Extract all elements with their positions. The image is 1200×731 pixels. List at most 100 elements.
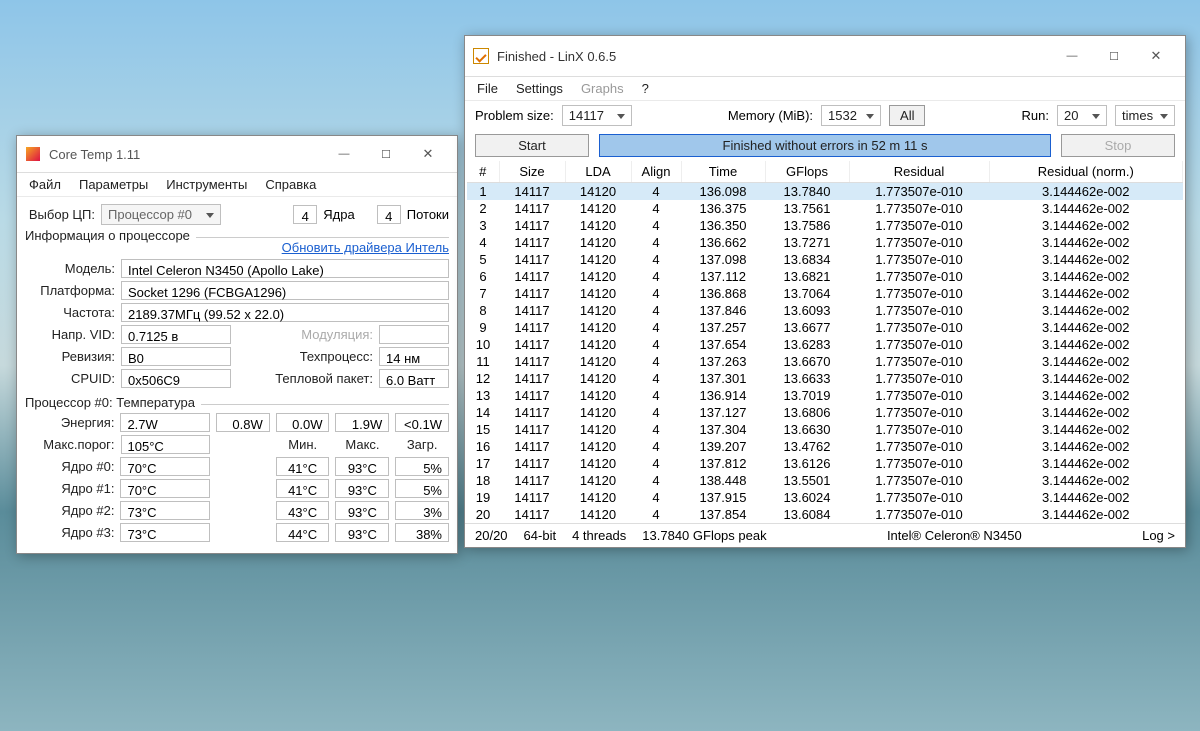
menu-settings[interactable]: Settings [516, 81, 563, 96]
vid-value: 0.7125 в [121, 325, 231, 344]
linx-titlebar[interactable]: Finished - LinX 0.6.5 [465, 36, 1185, 77]
table-row[interactable]: 614117141204137.11213.68211.773507e-0103… [467, 268, 1183, 285]
table-cell: 4 [631, 268, 681, 285]
table-cell: 14117 [499, 234, 565, 251]
core-cur: 73°C [120, 501, 210, 520]
table-header[interactable]: Residual [849, 161, 989, 183]
core-min: 41°C [276, 479, 330, 498]
core-row: Ядро #0:70°C41°C93°C5% [25, 457, 449, 476]
table-cell: 137.846 [681, 302, 765, 319]
table-cell: 14120 [565, 183, 631, 201]
menu-help[interactable]: Справка [265, 177, 316, 192]
status-bar: Finished without errors in 52 m 11 s [599, 134, 1051, 157]
table-header[interactable]: Align [631, 161, 681, 183]
footer-log[interactable]: Log > [1142, 528, 1175, 543]
table-cell: 3.144462e-002 [989, 234, 1183, 251]
threads-count: 4 [377, 205, 401, 224]
memory-combo[interactable]: 1532 [821, 105, 881, 126]
table-cell: 14120 [565, 319, 631, 336]
group-cpu-info: Информация о процессоре [25, 228, 196, 243]
table-cell: 1.773507e-010 [849, 200, 989, 217]
table-cell: 14120 [565, 217, 631, 234]
table-cell: 4 [631, 234, 681, 251]
menu-params[interactable]: Параметры [79, 177, 148, 192]
table-row[interactable]: 1814117141204138.44813.55011.773507e-010… [467, 472, 1183, 489]
menu-help[interactable]: ? [642, 81, 649, 96]
linx-menubar: File Settings Graphs ? [465, 77, 1185, 101]
table-row[interactable]: 1614117141204139.20713.47621.773507e-010… [467, 438, 1183, 455]
all-button[interactable]: All [889, 105, 925, 126]
close-button[interactable] [407, 142, 449, 166]
table-cell: 14120 [565, 200, 631, 217]
table-row[interactable]: 414117141204136.66213.72711.773507e-0103… [467, 234, 1183, 251]
table-row[interactable]: 1414117141204137.12713.68061.773507e-010… [467, 404, 1183, 421]
menu-file[interactable]: File [477, 81, 498, 96]
core-name: Ядро #3: [25, 525, 114, 540]
table-cell: 3.144462e-002 [989, 421, 1183, 438]
table-cell: 14117 [499, 506, 565, 523]
table-cell: 13.4762 [765, 438, 849, 455]
coretemp-window: Core Temp 1.11 Файл Параметры Инструмент… [16, 135, 458, 554]
table-cell: 5 [467, 251, 499, 268]
table-header[interactable]: GFlops [765, 161, 849, 183]
stop-button[interactable]: Stop [1061, 134, 1175, 157]
table-cell: 136.350 [681, 217, 765, 234]
coretemp-titlebar[interactable]: Core Temp 1.11 [17, 136, 457, 173]
table-row[interactable]: 1514117141204137.30413.66301.773507e-010… [467, 421, 1183, 438]
freq-label: Частота: [25, 305, 115, 320]
table-cell: 14120 [565, 489, 631, 506]
table-header[interactable]: Time [681, 161, 765, 183]
table-cell: 3.144462e-002 [989, 200, 1183, 217]
revision-value: B0 [121, 347, 231, 366]
table-header[interactable]: LDA [565, 161, 631, 183]
table-cell: 3.144462e-002 [989, 455, 1183, 472]
table-row[interactable]: 1914117141204137.91513.60241.773507e-010… [467, 489, 1183, 506]
table-cell: 136.375 [681, 200, 765, 217]
table-row[interactable]: 1714117141204137.81213.61261.773507e-010… [467, 455, 1183, 472]
table-cell: 3.144462e-002 [989, 387, 1183, 404]
menu-tools[interactable]: Инструменты [166, 177, 247, 192]
menu-graphs[interactable]: Graphs [581, 81, 624, 96]
minimize-button[interactable] [1051, 44, 1093, 68]
energy-2: 0.0W [276, 413, 330, 432]
cpu-select-combo[interactable]: Процессор #0 [101, 204, 221, 225]
table-cell: 14117 [499, 421, 565, 438]
table-cell: 136.662 [681, 234, 765, 251]
minimize-button[interactable] [323, 142, 365, 166]
table-row[interactable]: 214117141204136.37513.75611.773507e-0103… [467, 200, 1183, 217]
table-row[interactable]: 1314117141204136.91413.70191.773507e-010… [467, 387, 1183, 404]
modulation-value [379, 325, 449, 344]
close-button[interactable] [1135, 44, 1177, 68]
table-header[interactable]: Size [499, 161, 565, 183]
times-combo[interactable]: times [1115, 105, 1175, 126]
table-row[interactable]: 1014117141204137.65413.62831.773507e-010… [467, 336, 1183, 353]
table-row[interactable]: 814117141204137.84613.60931.773507e-0103… [467, 302, 1183, 319]
table-cell: 1.773507e-010 [849, 506, 989, 523]
table-cell: 137.112 [681, 268, 765, 285]
problem-size-combo[interactable]: 14117 [562, 105, 632, 126]
table-row[interactable]: 714117141204136.86813.70641.773507e-0103… [467, 285, 1183, 302]
table-header[interactable]: # [467, 161, 499, 183]
start-button[interactable]: Start [475, 134, 589, 157]
table-header[interactable]: Residual (norm.) [989, 161, 1183, 183]
table-row[interactable]: 914117141204137.25713.66771.773507e-0103… [467, 319, 1183, 336]
table-cell: 1.773507e-010 [849, 285, 989, 302]
table-row[interactable]: 314117141204136.35013.75861.773507e-0103… [467, 217, 1183, 234]
table-cell: 3.144462e-002 [989, 438, 1183, 455]
maximize-button[interactable] [365, 142, 407, 166]
table-cell: 14117 [499, 455, 565, 472]
footer-cpu: Intel® Celeron® N3450 [783, 528, 1127, 543]
table-row[interactable]: 2014117141204137.85413.60841.773507e-010… [467, 506, 1183, 523]
table-row[interactable]: 114117141204136.09813.78401.773507e-0103… [467, 183, 1183, 201]
table-row[interactable]: 514117141204137.09813.68341.773507e-0103… [467, 251, 1183, 268]
run-combo[interactable]: 20 [1057, 105, 1107, 126]
table-cell: 4 [631, 200, 681, 217]
menu-file[interactable]: Файл [29, 177, 61, 192]
table-cell: 13.6633 [765, 370, 849, 387]
update-drivers-link[interactable]: Обновить драйвера Интель [282, 240, 449, 255]
maximize-button[interactable] [1093, 44, 1135, 68]
table-cell: 1.773507e-010 [849, 370, 989, 387]
table-cell: 14117 [499, 336, 565, 353]
table-row[interactable]: 1114117141204137.26313.66701.773507e-010… [467, 353, 1183, 370]
table-row[interactable]: 1214117141204137.30113.66331.773507e-010… [467, 370, 1183, 387]
